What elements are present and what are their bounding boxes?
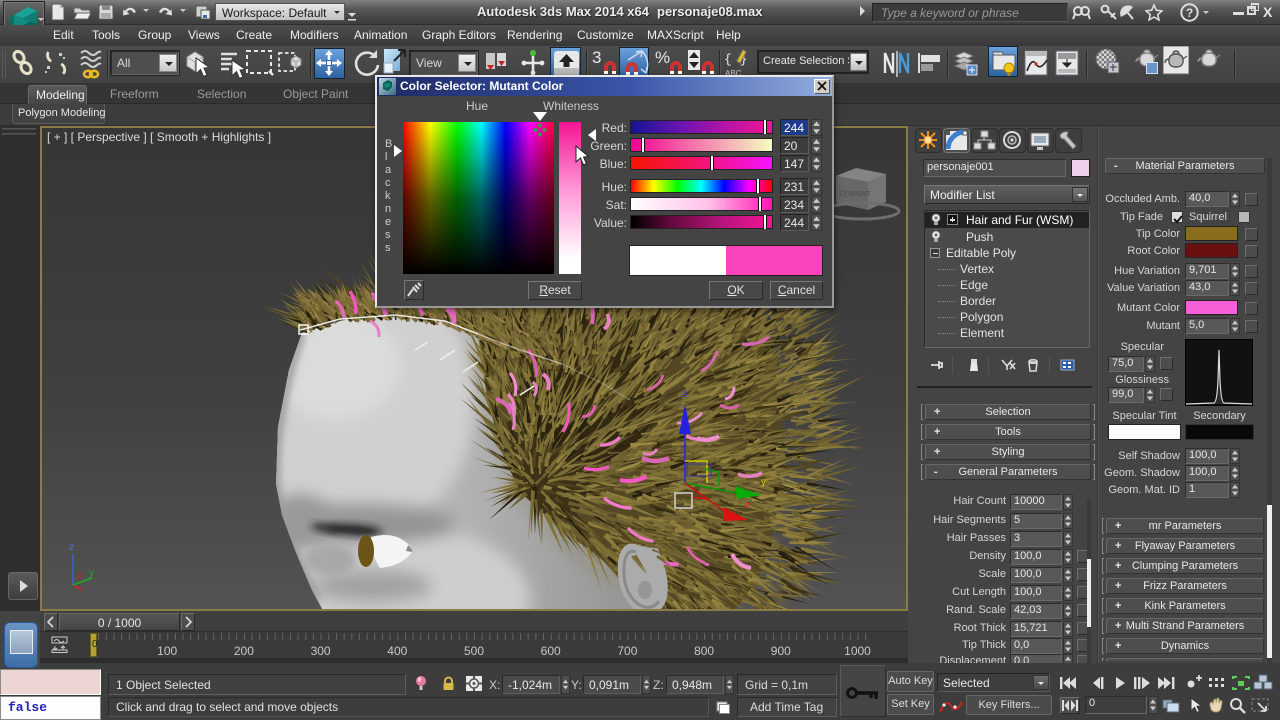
svg-text:y: y xyxy=(761,477,766,488)
svg-text:x: x xyxy=(77,571,82,582)
svg-text:?: ? xyxy=(1186,6,1193,20)
svg-text:z: z xyxy=(69,542,74,553)
svg-text:z: z xyxy=(682,389,687,400)
svg-text:y: y xyxy=(89,568,94,579)
svg-text:D] RIGHT: D] RIGHT xyxy=(840,191,871,198)
svg-text:x: x xyxy=(745,500,750,511)
